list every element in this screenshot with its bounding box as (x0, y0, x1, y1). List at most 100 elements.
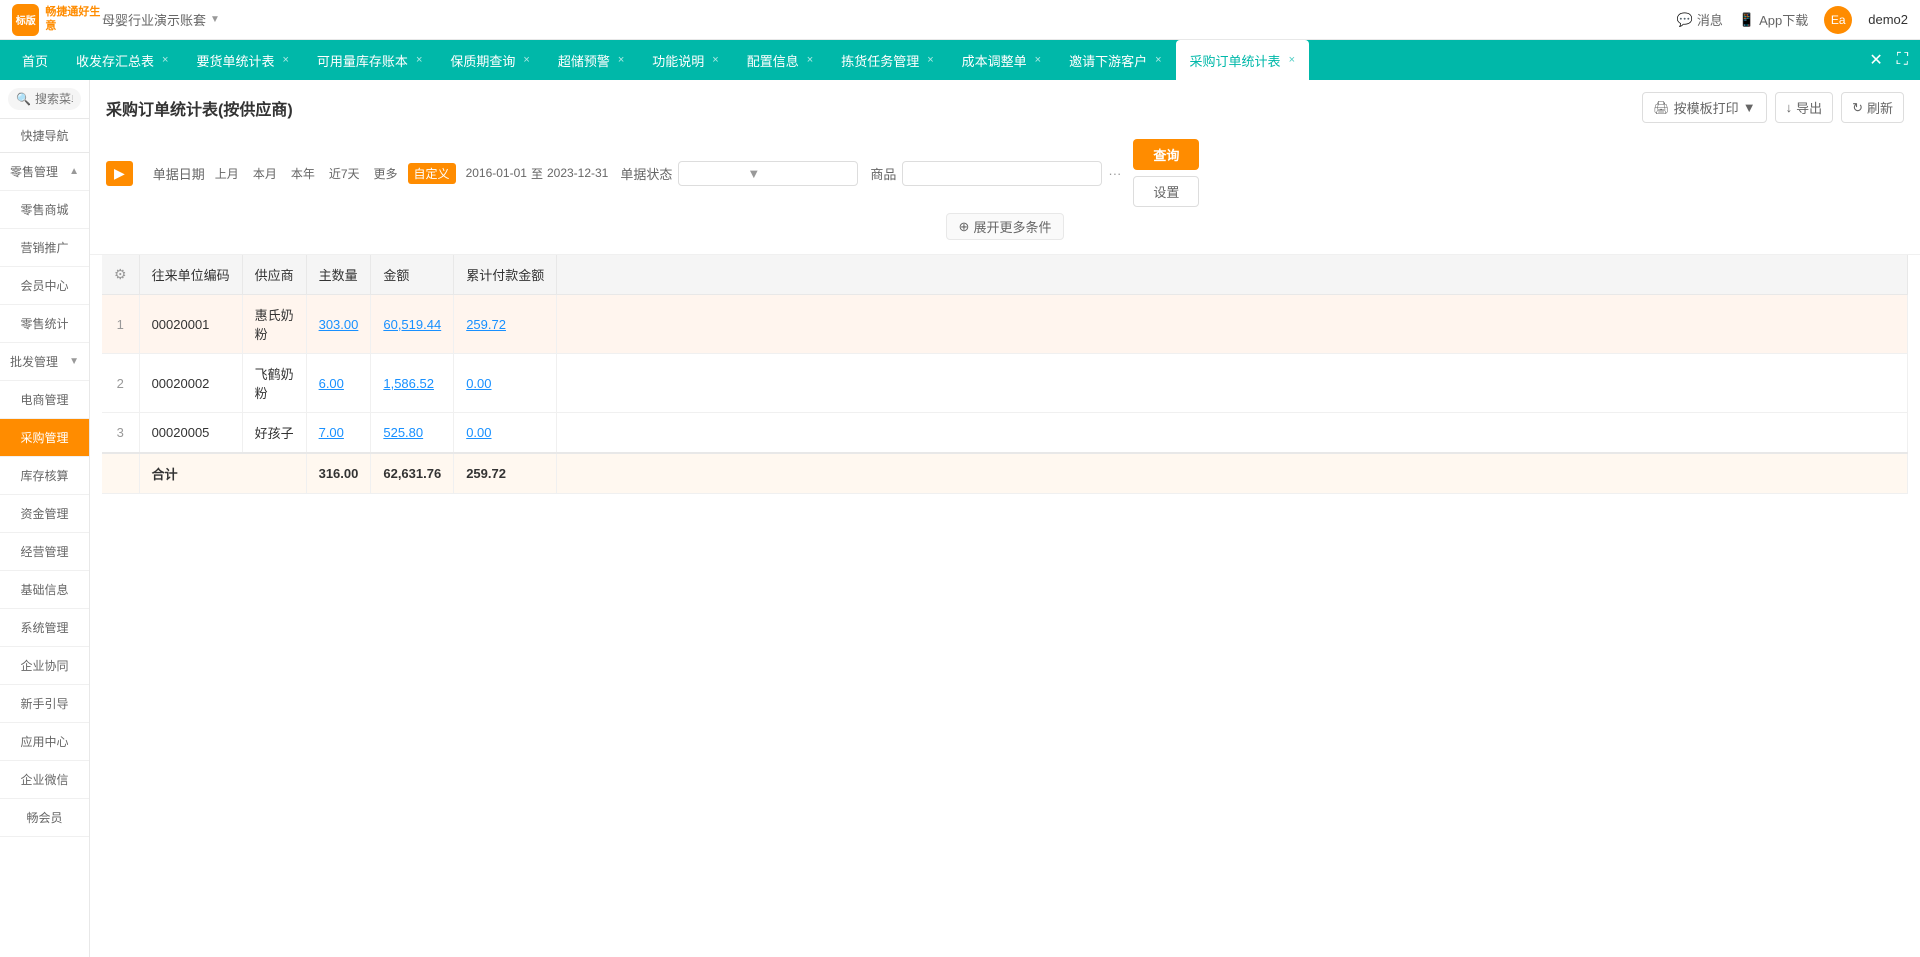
filter-toggle-button[interactable]: ▶ (106, 161, 133, 186)
row-supplier: 惠氏奶粉 (242, 295, 306, 354)
sidebar-item-basic-info[interactable]: 基础信息 (0, 571, 89, 609)
print-arrow-icon: ▼ (1743, 100, 1756, 115)
tab-shoufacun[interactable]: 收发存汇总表 × (62, 40, 182, 80)
sidebar-item-operations[interactable]: 经营管理 (0, 533, 89, 571)
tab-peizhi[interactable]: 配置信息 × (733, 40, 827, 80)
tab-shoufacun-close-icon[interactable]: × (162, 54, 168, 66)
search-input[interactable] (35, 92, 73, 106)
table-row: 2 00020002 飞鹤奶粉 6.00 1,586.52 0.00 (102, 354, 1908, 413)
tab-chengben[interactable]: 成本调整单 × (948, 40, 1055, 80)
sidebar-item-purchase[interactable]: 采购管理 (0, 419, 89, 457)
nav-close-icon[interactable]: ✕ (1865, 46, 1886, 74)
sidebar-item-member[interactable]: 会员中心 (0, 267, 89, 305)
nav-expand-icon[interactable]: ⛶ (1893, 47, 1912, 73)
row-paid-link[interactable]: 0.00 (466, 425, 491, 440)
breadcrumb-dropdown[interactable]: 母婴行业演示账套 ▼ (102, 10, 220, 29)
tab-keyongliang-close-icon[interactable]: × (416, 54, 422, 66)
date-btn-last-month[interactable]: 上月 (211, 163, 243, 184)
row-paid-link[interactable]: 259.72 (466, 317, 506, 332)
messages-button[interactable]: 💬 消息 (1677, 10, 1723, 29)
phone-icon: 📱 (1739, 12, 1755, 28)
header-actions: 🖨 按模板打印 ▼ ↓ 导出 ↻ 刷新 (1642, 92, 1904, 123)
page-header: 采购订单统计表(按供应商) 🖨 按模板打印 ▼ ↓ 导出 ↻ 刷新 (90, 80, 1920, 131)
sidebar-wholesale-label: 批发管理 (10, 353, 58, 370)
sidebar-member-label: 会员中心 (20, 277, 68, 294)
tab-yaohuo-close-icon[interactable]: × (282, 54, 288, 66)
export-icon: ↓ (1786, 100, 1793, 115)
date-btn-this-year[interactable]: 本年 (287, 163, 319, 184)
tab-chaochu[interactable]: 超储预警 × (544, 40, 638, 80)
status-select[interactable]: ▼ (678, 161, 858, 186)
sidebar-item-wholesale[interactable]: 批发管理 ▼ (0, 343, 89, 381)
app-download-button[interactable]: 📱 App下载 (1739, 10, 1808, 29)
sidebar-item-quick-nav[interactable]: 快捷导航 (0, 119, 89, 153)
sidebar-item-marketing[interactable]: 营销推广 (0, 229, 89, 267)
tab-jianhuo[interactable]: 拣货任务管理 × (827, 40, 947, 80)
row-amount-link[interactable]: 60,519.44 (383, 317, 441, 332)
tab-yaoqing[interactable]: 邀请下游客户 × (1055, 40, 1175, 80)
tab-caigou-close-icon[interactable]: × (1289, 54, 1295, 66)
table-row: 1 00020001 惠氏奶粉 303.00 60,519.44 259.72 (102, 295, 1908, 354)
message-icon: 💬 (1677, 12, 1693, 28)
column-settings-icon[interactable]: ⚙ (114, 266, 127, 282)
sidebar-item-collab[interactable]: 企业协同 (0, 647, 89, 685)
row-code: 00020005 (139, 413, 242, 454)
username-label[interactable]: demo2 (1868, 12, 1908, 27)
sidebar-item-member2[interactable]: 畅会员 (0, 799, 89, 837)
tab-peizhi-label: 配置信息 (747, 51, 799, 70)
sidebar-app-center-label: 应用中心 (20, 733, 68, 750)
sidebar-wechat-label: 企业微信 (20, 771, 68, 788)
refresh-button[interactable]: ↻ 刷新 (1841, 92, 1904, 123)
query-button[interactable]: 查询 (1133, 139, 1199, 170)
expand-more-button[interactable]: ⊕ 展开更多条件 (946, 213, 1065, 240)
tab-peizhi-close-icon[interactable]: × (807, 54, 813, 66)
row-paid-link[interactable]: 0.00 (466, 376, 491, 391)
sidebar-item-wechat[interactable]: 企业微信 (0, 761, 89, 799)
row-qty-link[interactable]: 6.00 (319, 376, 344, 391)
sidebar-item-retail-mgmt[interactable]: 零售管理 ▲ (0, 153, 89, 191)
sidebar-item-system[interactable]: 系统管理 (0, 609, 89, 647)
sidebar-item-ecommerce[interactable]: 电商管理 (0, 381, 89, 419)
tab-jianhuo-close-icon[interactable]: × (927, 54, 933, 66)
footer-qty: 316.00 (306, 453, 371, 494)
tab-baozhi-close-icon[interactable]: × (523, 54, 529, 66)
export-button[interactable]: ↓ 导出 (1775, 92, 1834, 123)
goods-input[interactable] (902, 161, 1102, 186)
goods-more-icon[interactable]: ··· (1108, 166, 1121, 181)
row-code: 00020001 (139, 295, 242, 354)
goods-filter-label: 商品 (870, 164, 896, 183)
sidebar-item-finance[interactable]: 资金管理 (0, 495, 89, 533)
tab-gongneng[interactable]: 功能说明 × (638, 40, 732, 80)
footer-extra (557, 453, 1908, 494)
sidebar-item-retail-stats[interactable]: 零售统计 (0, 305, 89, 343)
tab-chaochu-close-icon[interactable]: × (618, 54, 624, 66)
row-amount-link[interactable]: 525.80 (383, 425, 423, 440)
breadcrumb-arrow-icon: ▼ (210, 14, 220, 25)
tab-chengben-close-icon[interactable]: × (1035, 54, 1041, 66)
row-amount-link[interactable]: 1,586.52 (383, 376, 434, 391)
sidebar-item-inventory[interactable]: 库存核算 (0, 457, 89, 495)
page-title: 采购订单统计表(按供应商) (106, 96, 293, 120)
tab-yaohuo[interactable]: 要货单统计表 × (182, 40, 302, 80)
date-btn-more[interactable]: 更多 (370, 163, 402, 184)
date-btn-7days[interactable]: 近7天 (325, 163, 364, 184)
tab-caigou-active[interactable]: 采购订单统计表 × (1176, 40, 1309, 80)
sidebar-item-retail-mall[interactable]: 零售商城 (0, 191, 89, 229)
tab-keyongliang[interactable]: 可用量库存账本 × (303, 40, 436, 80)
date-btn-custom[interactable]: 自定义 (408, 163, 456, 184)
nav-tabs: 首页 收发存汇总表 × 要货单统计表 × 可用量库存账本 × 保质期查询 × 超… (0, 40, 1920, 80)
row-qty-link[interactable]: 7.00 (319, 425, 344, 440)
settings-button[interactable]: 设置 (1133, 176, 1199, 207)
tab-gongneng-close-icon[interactable]: × (712, 54, 718, 66)
tab-home[interactable]: 首页 (8, 40, 62, 80)
date-btn-this-month[interactable]: 本月 (249, 163, 281, 184)
sidebar-item-newbie[interactable]: 新手引导 (0, 685, 89, 723)
status-filter-label: 单据状态 (620, 164, 672, 183)
row-qty: 6.00 (306, 354, 371, 413)
sidebar-item-app-center[interactable]: 应用中心 (0, 723, 89, 761)
tab-yaoqing-close-icon[interactable]: × (1155, 54, 1161, 66)
row-qty-link[interactable]: 303.00 (319, 317, 359, 332)
tab-baozhi[interactable]: 保质期查询 × (436, 40, 543, 80)
table-footer-row: 合计 316.00 62,631.76 259.72 (102, 453, 1908, 494)
print-button[interactable]: 🖨 按模板打印 ▼ (1642, 92, 1766, 123)
